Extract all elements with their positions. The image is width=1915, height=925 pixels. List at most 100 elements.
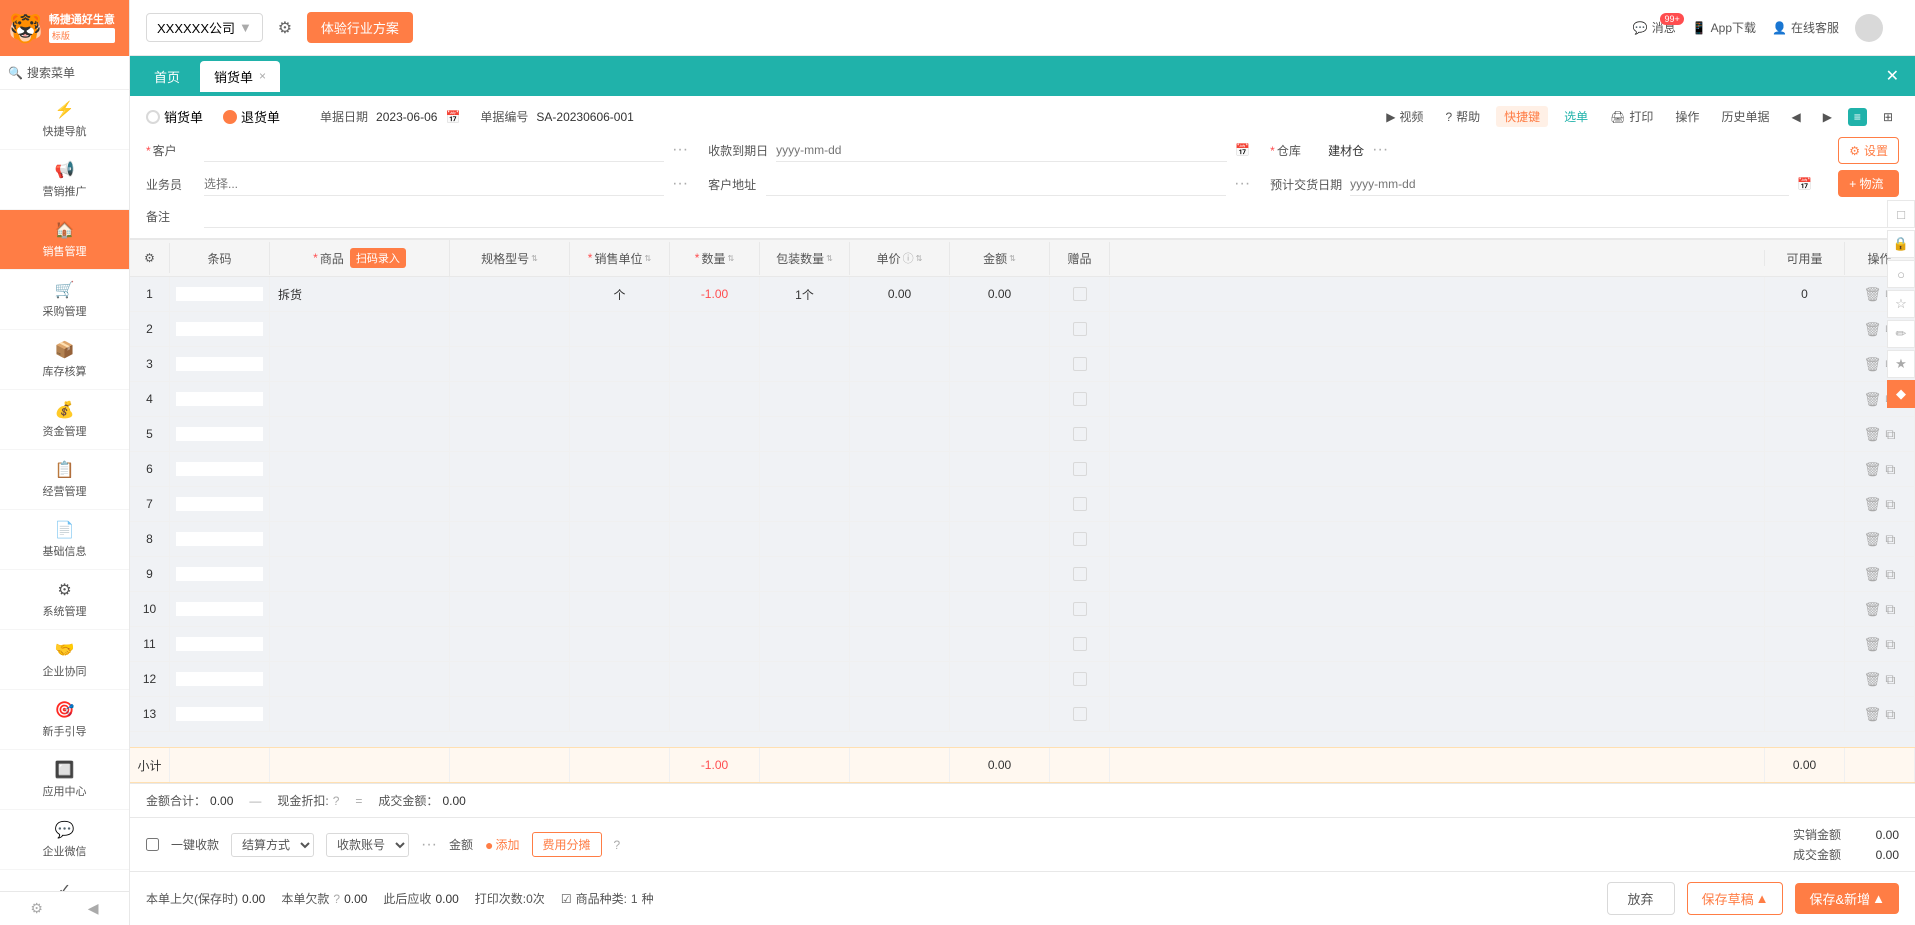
td-unit[interactable] — [570, 417, 670, 451]
td-pack[interactable] — [760, 347, 850, 381]
select-btn[interactable]: 选单 — [1558, 106, 1594, 127]
unit-sort-icon[interactable]: ⇅ — [644, 254, 651, 263]
td-unit[interactable] — [570, 382, 670, 416]
sidebar-collapse-btn[interactable]: ◀ — [88, 900, 99, 917]
td-qty[interactable] — [670, 417, 760, 451]
sidebar-item-operation[interactable]: 📋 经营管理 — [0, 450, 129, 510]
delete-row-btn[interactable]: 🗑 — [1864, 531, 1882, 548]
td-amount[interactable] — [950, 487, 1050, 521]
payment-method-select[interactable]: 结算方式 — [231, 833, 314, 857]
sidebar-item-wechat[interactable]: 💬 企业微信 — [0, 810, 129, 870]
td-product[interactable] — [270, 662, 450, 696]
prev-btn[interactable]: ◀ — [1785, 108, 1806, 126]
td-qty[interactable] — [670, 487, 760, 521]
td-qty[interactable] — [670, 627, 760, 661]
td-spec[interactable] — [450, 417, 570, 451]
sidebar-search[interactable]: 🔍 搜索菜单 — [0, 56, 129, 90]
salesperson-more-icon[interactable]: ··· — [672, 175, 688, 193]
delete-row-btn[interactable]: 🗑 — [1864, 706, 1882, 723]
expected-date-calendar-icon[interactable]: 📅 — [1797, 177, 1812, 191]
operations-btn[interactable]: 操作 — [1669, 106, 1705, 127]
td-amount[interactable] — [950, 382, 1050, 416]
card-view-btn[interactable]: ⊞ — [1877, 108, 1899, 126]
td-price[interactable] — [850, 592, 950, 626]
td-spec[interactable] — [450, 662, 570, 696]
td-barcode[interactable] — [170, 487, 270, 521]
td-barcode[interactable] — [170, 522, 270, 556]
price-sort-icon[interactable]: ⇅ — [916, 254, 923, 263]
td-unit[interactable] — [570, 312, 670, 346]
td-amount[interactable] — [950, 312, 1050, 346]
delete-row-btn[interactable]: 🗑 — [1864, 391, 1882, 408]
td-qty[interactable] — [670, 452, 760, 486]
td-price[interactable] — [850, 312, 950, 346]
copy-row-btn[interactable]: ⧉ — [1885, 706, 1895, 723]
td-spec[interactable] — [450, 277, 570, 311]
td-pack[interactable] — [760, 382, 850, 416]
td-barcode[interactable] — [170, 592, 270, 626]
td-gift[interactable] — [1050, 382, 1110, 416]
td-spec[interactable] — [450, 522, 570, 556]
td-barcode[interactable] — [170, 627, 270, 661]
td-gift[interactable] — [1050, 452, 1110, 486]
copy-row-btn[interactable]: ⧉ — [1885, 566, 1895, 583]
td-barcode[interactable] — [170, 662, 270, 696]
td-gift[interactable] — [1050, 417, 1110, 451]
pack-sort-icon[interactable]: ⇅ — [826, 254, 833, 263]
td-product[interactable]: 拆货 — [270, 277, 450, 311]
td-unit[interactable]: 个 — [570, 277, 670, 311]
td-gift[interactable] — [1050, 557, 1110, 591]
delete-row-btn[interactable]: 🗑 — [1864, 461, 1882, 478]
sidebar-item-enterprise[interactable]: 🤝 企业协同 — [0, 630, 129, 690]
add-payment-btn[interactable]: ● 添加 — [485, 836, 519, 853]
qty-sort-icon[interactable]: ⇅ — [727, 254, 734, 263]
td-remark[interactable] — [1110, 487, 1765, 521]
td-qty[interactable] — [670, 662, 760, 696]
td-unit[interactable] — [570, 592, 670, 626]
td-product[interactable] — [270, 627, 450, 661]
account-more-icon[interactable]: ··· — [421, 836, 437, 854]
td-remark[interactable] — [1110, 312, 1765, 346]
sidebar-settings-btn[interactable]: ⚙ — [30, 900, 43, 917]
logistics-btn[interactable]: + 物流 — [1838, 170, 1899, 197]
sidebar-item-finance[interactable]: 💰 资金管理 — [0, 390, 129, 450]
td-spec[interactable] — [450, 487, 570, 521]
td-amount[interactable] — [950, 347, 1050, 381]
td-remark[interactable] — [1110, 522, 1765, 556]
td-amount[interactable] — [950, 557, 1050, 591]
td-qty[interactable] — [670, 522, 760, 556]
td-gift[interactable] — [1050, 347, 1110, 381]
tab-close-icon[interactable]: × — [259, 69, 266, 83]
sidebar-item-purchase[interactable]: 🛒 采购管理 — [0, 270, 129, 330]
sidebar-item-inventory[interactable]: 📦 库存核算 — [0, 330, 129, 390]
td-qty[interactable] — [670, 557, 760, 591]
sidebar-item-marketing[interactable]: 📢 营销推广 — [0, 150, 129, 210]
td-remark[interactable] — [1110, 277, 1765, 311]
th-settings[interactable]: ⚙ — [130, 243, 170, 273]
td-price[interactable] — [850, 347, 950, 381]
tab-home[interactable]: 首页 — [138, 59, 196, 94]
td-product[interactable] — [270, 417, 450, 451]
message-btn[interactable]: 💬 消息 99+ — [1633, 19, 1676, 36]
td-unit[interactable] — [570, 557, 670, 591]
next-btn[interactable]: ▶ — [1817, 108, 1838, 126]
print-btn[interactable]: 🖨 打印 — [1604, 106, 1659, 127]
td-barcode[interactable] — [170, 452, 270, 486]
delete-row-btn[interactable]: 🗑 — [1864, 356, 1882, 373]
copy-row-btn[interactable]: ⧉ — [1885, 531, 1895, 548]
td-price[interactable]: 0.00 — [850, 277, 950, 311]
td-remark[interactable] — [1110, 697, 1765, 731]
td-product[interactable] — [270, 557, 450, 591]
sidebar-item-member[interactable]: ✓ 畅会员 — [0, 870, 129, 891]
td-spec[interactable] — [450, 557, 570, 591]
td-gift[interactable] — [1050, 627, 1110, 661]
td-pack[interactable] — [760, 522, 850, 556]
td-qty[interactable] — [670, 382, 760, 416]
td-price[interactable] — [850, 487, 950, 521]
td-pack[interactable] — [760, 452, 850, 486]
amount-sort-icon[interactable]: ⇅ — [1009, 254, 1016, 263]
td-amount[interactable] — [950, 697, 1050, 731]
td-pack[interactable] — [760, 417, 850, 451]
td-pack[interactable] — [760, 662, 850, 696]
delete-row-btn[interactable]: 🗑 — [1864, 496, 1882, 513]
